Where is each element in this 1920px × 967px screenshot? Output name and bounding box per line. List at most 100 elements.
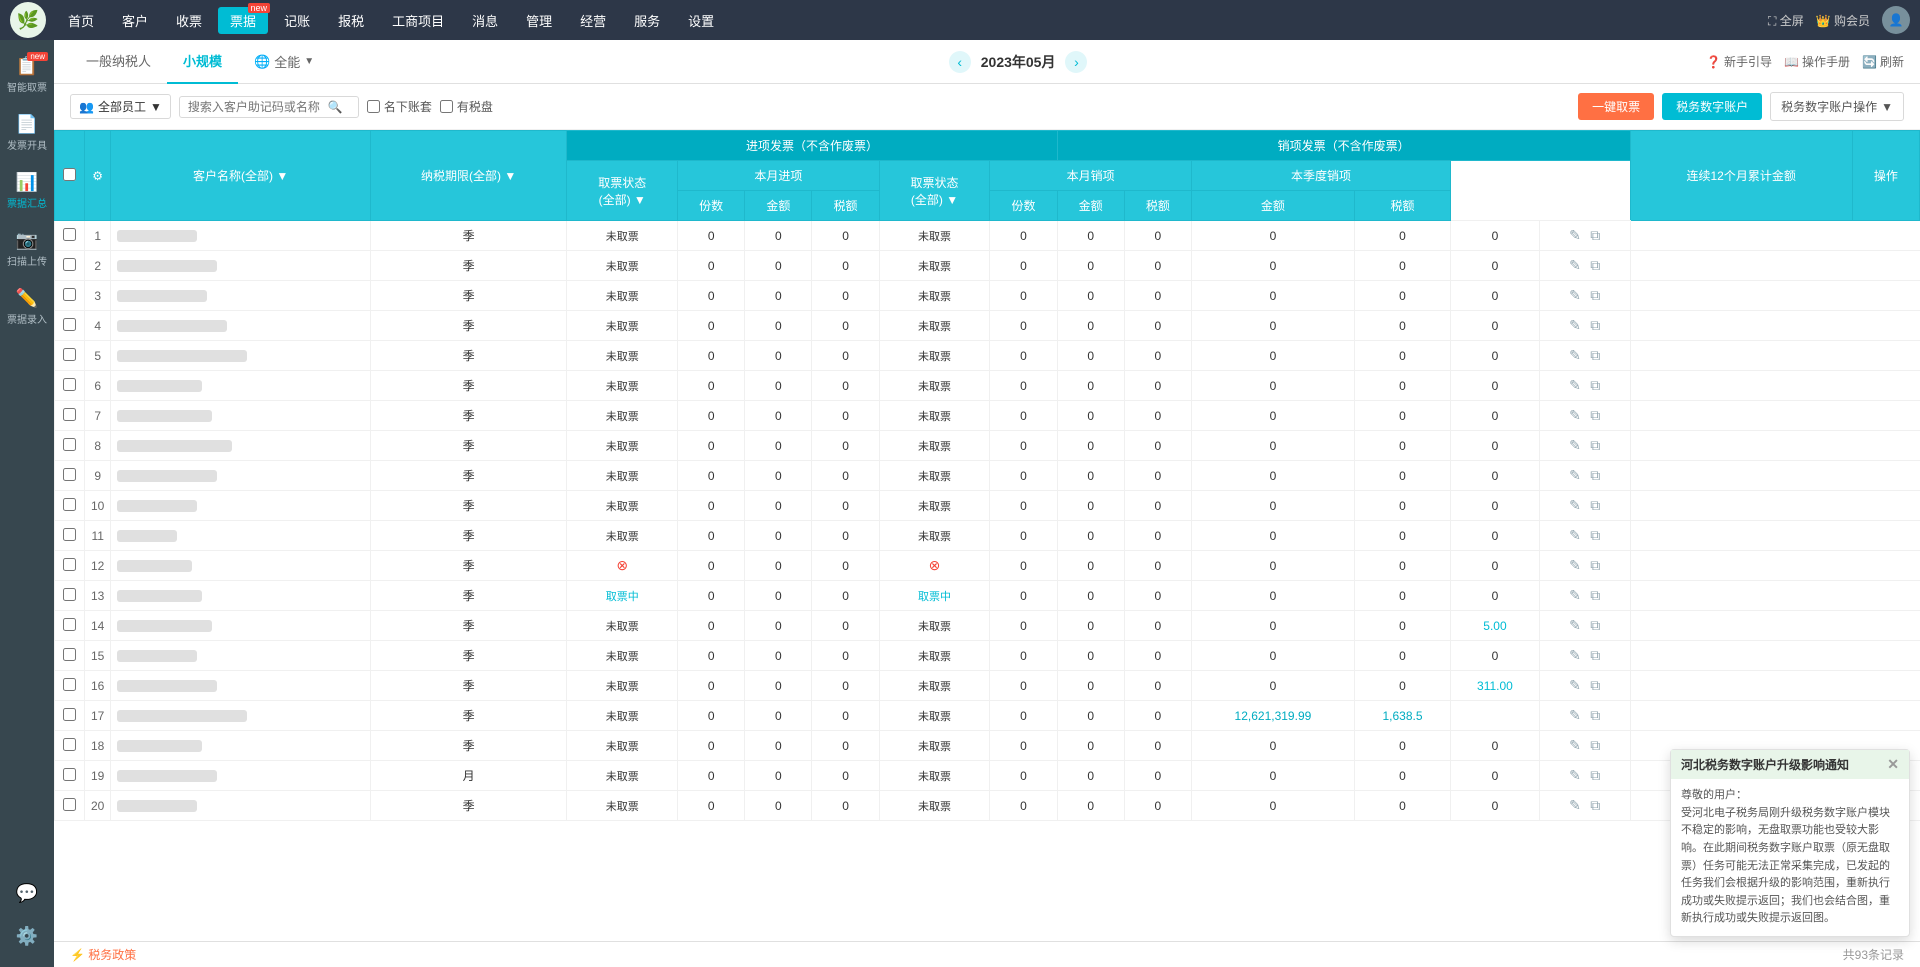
copy-icon[interactable]: ⧉	[1590, 617, 1600, 633]
row-customer-name[interactable]	[111, 761, 371, 791]
period-next-btn[interactable]: ›	[1065, 51, 1087, 73]
row-checkbox[interactable]	[63, 558, 76, 571]
copy-icon[interactable]: ⧉	[1590, 347, 1600, 363]
nav-business[interactable]: 工商项目	[380, 7, 456, 34]
row-customer-name[interactable]	[111, 221, 371, 251]
row-customer-name[interactable]	[111, 251, 371, 281]
edit-icon[interactable]: ✎	[1569, 227, 1581, 243]
nav-accounting[interactable]: 记账	[272, 7, 322, 34]
nav-service[interactable]: 服务	[622, 7, 672, 34]
row-checkbox[interactable]	[63, 468, 76, 481]
row-customer-name[interactable]	[111, 551, 371, 581]
digital-account-btn[interactable]: 税务数字账户	[1662, 93, 1762, 120]
row-customer-name[interactable]	[111, 671, 371, 701]
row-customer-name[interactable]	[111, 521, 371, 551]
row-customer-name[interactable]	[111, 701, 371, 731]
tax-policy-link[interactable]: ⚡ 税务政策	[70, 946, 136, 963]
sub-account-checkbox[interactable]	[367, 100, 380, 113]
row-checkbox[interactable]	[63, 288, 76, 301]
nav-settings[interactable]: 设置	[676, 7, 726, 34]
nav-manage[interactable]: 管理	[514, 7, 564, 34]
edit-icon[interactable]: ✎	[1569, 617, 1581, 633]
copy-icon[interactable]: ⧉	[1590, 737, 1600, 753]
row-checkbox[interactable]	[63, 798, 76, 811]
edit-icon[interactable]: ✎	[1569, 287, 1581, 303]
popup-close-btn[interactable]: ✕	[1887, 756, 1899, 773]
sidebar-item-message[interactable]: 💬	[2, 875, 52, 914]
header-tax-period[interactable]: 纳税期限(全部) ▼	[370, 131, 566, 221]
row-customer-name[interactable]	[111, 641, 371, 671]
edit-icon[interactable]: ✎	[1569, 797, 1581, 813]
checkbox-sub-account[interactable]: 名下账套	[367, 98, 432, 115]
row-customer-name[interactable]	[111, 461, 371, 491]
row-customer-name[interactable]	[111, 341, 371, 371]
search-icon[interactable]: 🔍	[328, 100, 343, 114]
edit-icon[interactable]: ✎	[1569, 737, 1581, 753]
edit-icon[interactable]: ✎	[1569, 377, 1581, 393]
copy-icon[interactable]: ⧉	[1590, 317, 1600, 333]
tab-all[interactable]: 🌐 全能 ▼	[238, 40, 330, 83]
new-guide-btn[interactable]: ❓ 新手引导	[1706, 53, 1772, 70]
row-customer-name[interactable]	[111, 581, 371, 611]
copy-icon[interactable]: ⧉	[1590, 497, 1600, 513]
row-checkbox[interactable]	[63, 738, 76, 751]
sidebar-item-invoice-entry[interactable]: ✏️ 票据录入	[2, 280, 52, 334]
row-customer-name[interactable]	[111, 731, 371, 761]
edit-icon[interactable]: ✎	[1569, 557, 1581, 573]
copy-icon[interactable]: ⧉	[1590, 257, 1600, 273]
copy-icon[interactable]: ⧉	[1590, 707, 1600, 723]
row-customer-name[interactable]	[111, 611, 371, 641]
search-input[interactable]	[188, 100, 328, 114]
row-checkbox[interactable]	[63, 408, 76, 421]
edit-icon[interactable]: ✎	[1569, 587, 1581, 603]
sidebar-item-scan-upload[interactable]: 📷 扫描上传	[2, 222, 52, 276]
select-all-checkbox[interactable]	[63, 168, 76, 181]
copy-icon[interactable]: ⧉	[1590, 767, 1600, 783]
manual-btn[interactable]: 📖 操作手册	[1784, 53, 1850, 70]
edit-icon[interactable]: ✎	[1569, 767, 1581, 783]
edit-icon[interactable]: ✎	[1569, 467, 1581, 483]
edit-icon[interactable]: ✎	[1569, 527, 1581, 543]
tax-disk-checkbox[interactable]	[440, 100, 453, 113]
nav-home[interactable]: 首页	[56, 7, 106, 34]
sidebar-item-invoice-open[interactable]: 📄 发票开具	[2, 106, 52, 160]
row-checkbox[interactable]	[63, 498, 76, 511]
row-customer-name[interactable]	[111, 311, 371, 341]
copy-icon[interactable]: ⧉	[1590, 647, 1600, 663]
edit-icon[interactable]: ✎	[1569, 317, 1581, 333]
edit-icon[interactable]: ✎	[1569, 257, 1581, 273]
header-output-status[interactable]: 取票状态(全部) ▼	[879, 161, 990, 221]
row-checkbox[interactable]	[63, 258, 76, 271]
edit-icon[interactable]: ✎	[1569, 407, 1581, 423]
copy-icon[interactable]: ⧉	[1590, 437, 1600, 453]
sidebar-item-invoice-summary[interactable]: 📊 票据汇总	[2, 164, 52, 218]
nav-receipt[interactable]: 收票	[164, 7, 214, 34]
edit-icon[interactable]: ✎	[1569, 647, 1581, 663]
copy-icon[interactable]: ⧉	[1590, 557, 1600, 573]
row-checkbox[interactable]	[63, 588, 76, 601]
row-checkbox[interactable]	[63, 708, 76, 721]
edit-icon[interactable]: ✎	[1569, 707, 1581, 723]
copy-icon[interactable]: ⧉	[1590, 467, 1600, 483]
row-customer-name[interactable]	[111, 401, 371, 431]
checkbox-tax-disk[interactable]: 有税盘	[440, 98, 493, 115]
row-customer-name[interactable]	[111, 281, 371, 311]
row-checkbox[interactable]	[63, 648, 76, 661]
nav-messages[interactable]: 消息	[460, 7, 510, 34]
digital-account-ops-btn[interactable]: 税务数字账户操作 ▼	[1770, 92, 1904, 121]
copy-icon[interactable]: ⧉	[1590, 797, 1600, 813]
header-input-status[interactable]: 取票状态(全部) ▼	[567, 161, 678, 221]
edit-icon[interactable]: ✎	[1569, 347, 1581, 363]
row-checkbox[interactable]	[63, 378, 76, 391]
copy-icon[interactable]: ⧉	[1590, 407, 1600, 423]
row-customer-name[interactable]	[111, 371, 371, 401]
nav-customers[interactable]: 客户	[110, 7, 160, 34]
sidebar-item-setting[interactable]: ⚙️	[2, 918, 52, 957]
copy-icon[interactable]: ⧉	[1590, 587, 1600, 603]
copy-icon[interactable]: ⧉	[1590, 677, 1600, 693]
copy-icon[interactable]: ⧉	[1590, 377, 1600, 393]
tab-small-scale[interactable]: 小规模	[167, 40, 238, 84]
fullscreen-btn[interactable]: ⛶ 全屏	[1768, 12, 1804, 29]
nav-operations[interactable]: 经营	[568, 7, 618, 34]
row-customer-name[interactable]	[111, 491, 371, 521]
